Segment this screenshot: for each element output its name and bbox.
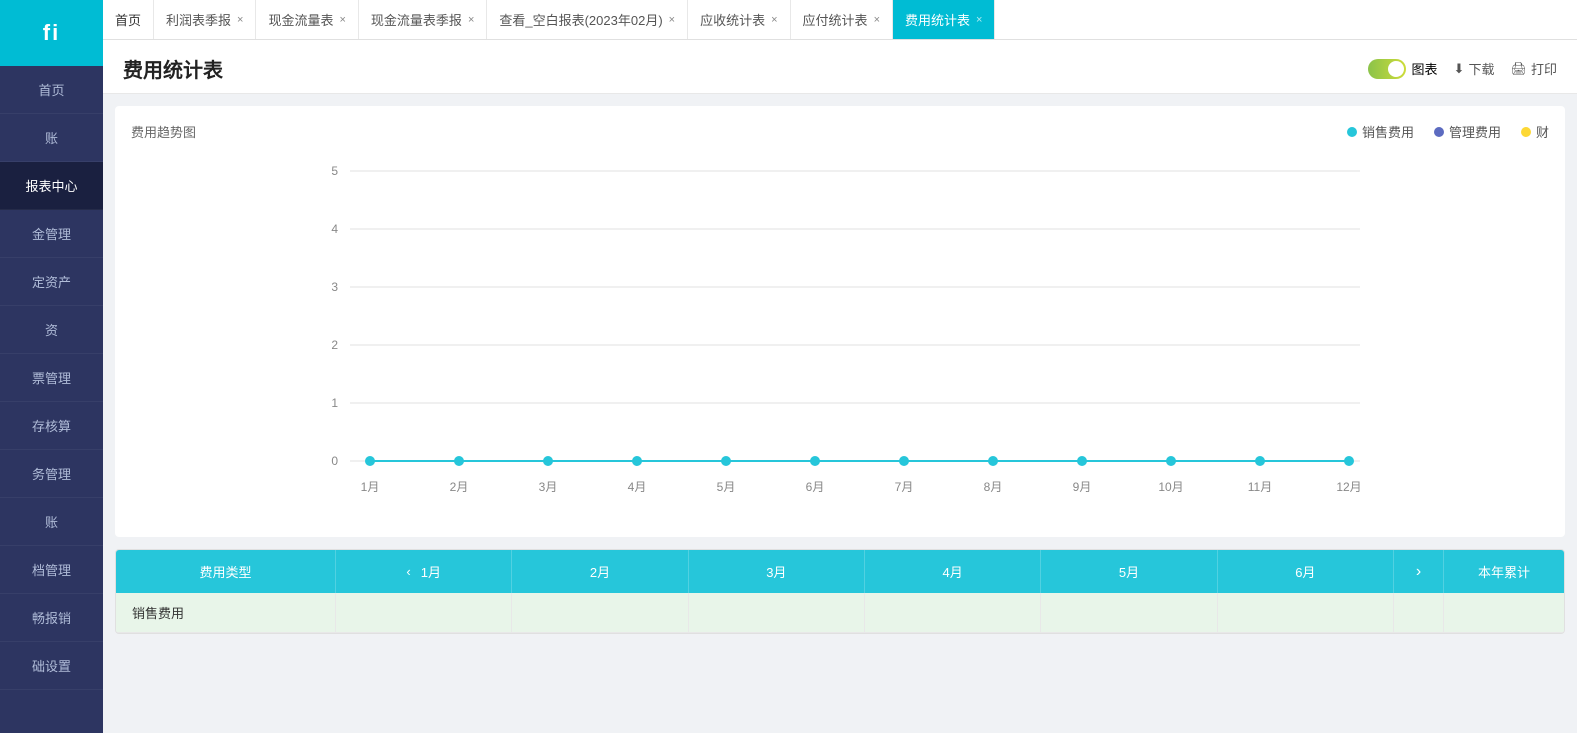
td-nav-sales: [1394, 593, 1444, 632]
sidebar-item-report-center[interactable]: 报表中心: [0, 162, 103, 210]
svg-text:7月: 7月: [895, 480, 914, 494]
legend-dot-finance: [1521, 127, 1531, 137]
sidebar-item-invest[interactable]: 资: [0, 306, 103, 354]
next-nav-icon[interactable]: ›: [1416, 563, 1421, 581]
sidebar-item-service-mgmt[interactable]: 务管理: [0, 450, 103, 498]
td-m2-sales: [512, 593, 688, 632]
td-ytd-sales: [1444, 593, 1564, 632]
svg-text:8月: 8月: [984, 480, 1003, 494]
chart-legend: 销售费用 管理费用 财: [1347, 122, 1549, 141]
th-m4: 4月: [865, 550, 1041, 593]
tab-home[interactable]: 首页: [103, 0, 154, 40]
th-m2: 2月: [512, 550, 688, 593]
th-m3: 3月: [689, 550, 865, 593]
header-actions: 图表 ⬇ 下载 🖨 打印: [1368, 59, 1557, 79]
close-tab-cashflow-quarterly[interactable]: ×: [468, 14, 474, 26]
tab-blank-report[interactable]: 查看_空白报表(2023年02月) ×: [487, 0, 688, 40]
content-area: 费用趋势图 销售费用 管理费用 财: [103, 94, 1577, 733]
td-m5-sales: [1041, 593, 1217, 632]
tab-expense-stats[interactable]: 费用统计表 ×: [893, 0, 995, 40]
sidebar-item-sub-ledger[interactable]: 账: [0, 498, 103, 546]
th-prev-nav[interactable]: ‹ 1月: [336, 550, 512, 593]
close-tab-receivable-stats[interactable]: ×: [771, 14, 777, 26]
chart-header: 费用趋势图 销售费用 管理费用 财: [131, 122, 1549, 141]
td-expense-type-sales: 销售费用: [116, 593, 336, 632]
table-header: 费用类型 ‹ 1月 2月 3月 4月 5月: [116, 550, 1564, 593]
th-ytd: 本年累计: [1444, 550, 1564, 593]
sidebar-item-basic-settings[interactable]: 础设置: [0, 642, 103, 690]
svg-text:9月: 9月: [1073, 480, 1092, 494]
sidebar-item-sales-return[interactable]: 畅报销: [0, 594, 103, 642]
tab-cashflow[interactable]: 现金流量表 ×: [256, 0, 358, 40]
line-chart: 5 4 3 2 1 0: [131, 151, 1549, 521]
legend-label-sales: 销售费用: [1362, 122, 1414, 141]
legend-admin-expense: 管理费用: [1434, 122, 1501, 141]
td-m1-sales: [336, 593, 512, 632]
download-icon: ⬇: [1454, 61, 1465, 77]
svg-text:4: 4: [331, 222, 338, 236]
legend-dot-sales: [1347, 127, 1357, 137]
table-row-sales: 销售费用: [116, 593, 1564, 633]
td-m4-sales: [865, 593, 1041, 632]
page-title: 费用统计表: [123, 54, 223, 83]
svg-text:5月: 5月: [717, 480, 736, 494]
chart-toggle-label: 图表: [1412, 59, 1438, 78]
tab-receivable-stats[interactable]: 应收统计表 ×: [688, 0, 790, 40]
legend-finance-expense: 财: [1521, 122, 1549, 141]
svg-text:0: 0: [331, 454, 338, 468]
sidebar-item-home[interactable]: 首页: [0, 66, 103, 114]
close-tab-profit-quarterly[interactable]: ×: [237, 14, 243, 26]
svg-text:1月: 1月: [361, 480, 380, 494]
chart-section: 费用趋势图 销售费用 管理费用 财: [115, 106, 1565, 537]
svg-text:5: 5: [331, 164, 338, 178]
main-content: 首页 利润表季报 × 现金流量表 × 现金流量表季报 × 查看_空白报表(202…: [103, 0, 1577, 733]
td-m6-sales: [1218, 593, 1394, 632]
print-icon: 🖨: [1510, 61, 1527, 77]
th-next-nav[interactable]: ›: [1394, 550, 1444, 593]
sidebar-item-inventory[interactable]: 存核算: [0, 402, 103, 450]
legend-label-admin: 管理费用: [1449, 122, 1501, 141]
td-m3-sales: [689, 593, 865, 632]
table-section: 费用类型 ‹ 1月 2月 3月 4月 5月: [115, 549, 1565, 634]
tab-payable-stats[interactable]: 应付统计表 ×: [791, 0, 893, 40]
th-expense-type: 费用类型: [116, 550, 336, 593]
legend-label-finance: 财: [1536, 122, 1549, 141]
chart-svg: 5 4 3 2 1 0: [131, 151, 1549, 521]
svg-text:10月: 10月: [1158, 480, 1183, 494]
close-tab-blank-report[interactable]: ×: [669, 14, 675, 26]
th-m6: 6月: [1218, 550, 1394, 593]
svg-text:4月: 4月: [628, 480, 647, 494]
sidebar-item-ledger[interactable]: 账: [0, 114, 103, 162]
chart-title: 费用趋势图: [131, 122, 196, 141]
sidebar: fi 首页 账 报表中心 金管理 定资产 资 票管理 存核算 务管理 账 档管理…: [0, 0, 103, 733]
svg-text:6月: 6月: [806, 480, 825, 494]
page-header: 费用统计表 图表 ⬇ 下载 🖨 打印: [103, 40, 1577, 94]
tab-cashflow-quarterly[interactable]: 现金流量表季报 ×: [359, 0, 487, 40]
th-m5: 5月: [1041, 550, 1217, 593]
download-button[interactable]: ⬇ 下载: [1454, 59, 1495, 78]
sidebar-item-invoice-mgmt[interactable]: 票管理: [0, 354, 103, 402]
close-tab-expense-stats[interactable]: ×: [976, 14, 982, 26]
tab-profit-quarterly[interactable]: 利润表季报 ×: [154, 0, 256, 40]
svg-text:3: 3: [331, 280, 338, 294]
legend-sales-expense: 销售费用: [1347, 122, 1414, 141]
chart-toggle[interactable]: [1368, 59, 1406, 79]
print-button[interactable]: 🖨 打印: [1510, 59, 1557, 78]
prev-nav-icon[interactable]: ‹: [406, 564, 410, 579]
svg-text:12月: 12月: [1336, 480, 1361, 494]
tab-bar: 首页 利润表季报 × 现金流量表 × 现金流量表季报 × 查看_空白报表(202…: [103, 0, 1577, 40]
svg-text:2: 2: [331, 338, 338, 352]
svg-text:3月: 3月: [539, 480, 558, 494]
svg-text:11月: 11月: [1248, 480, 1272, 494]
sidebar-item-fund-mgmt[interactable]: 金管理: [0, 210, 103, 258]
svg-text:2月: 2月: [450, 480, 469, 494]
legend-dot-admin: [1434, 127, 1444, 137]
close-tab-payable-stats[interactable]: ×: [874, 14, 880, 26]
close-tab-cashflow[interactable]: ×: [339, 14, 345, 26]
chart-toggle-wrap[interactable]: 图表: [1368, 59, 1438, 79]
app-logo: fi: [0, 0, 103, 66]
sidebar-item-fixed-assets[interactable]: 定资产: [0, 258, 103, 306]
svg-text:1: 1: [331, 396, 338, 410]
sidebar-item-archive-mgmt[interactable]: 档管理: [0, 546, 103, 594]
